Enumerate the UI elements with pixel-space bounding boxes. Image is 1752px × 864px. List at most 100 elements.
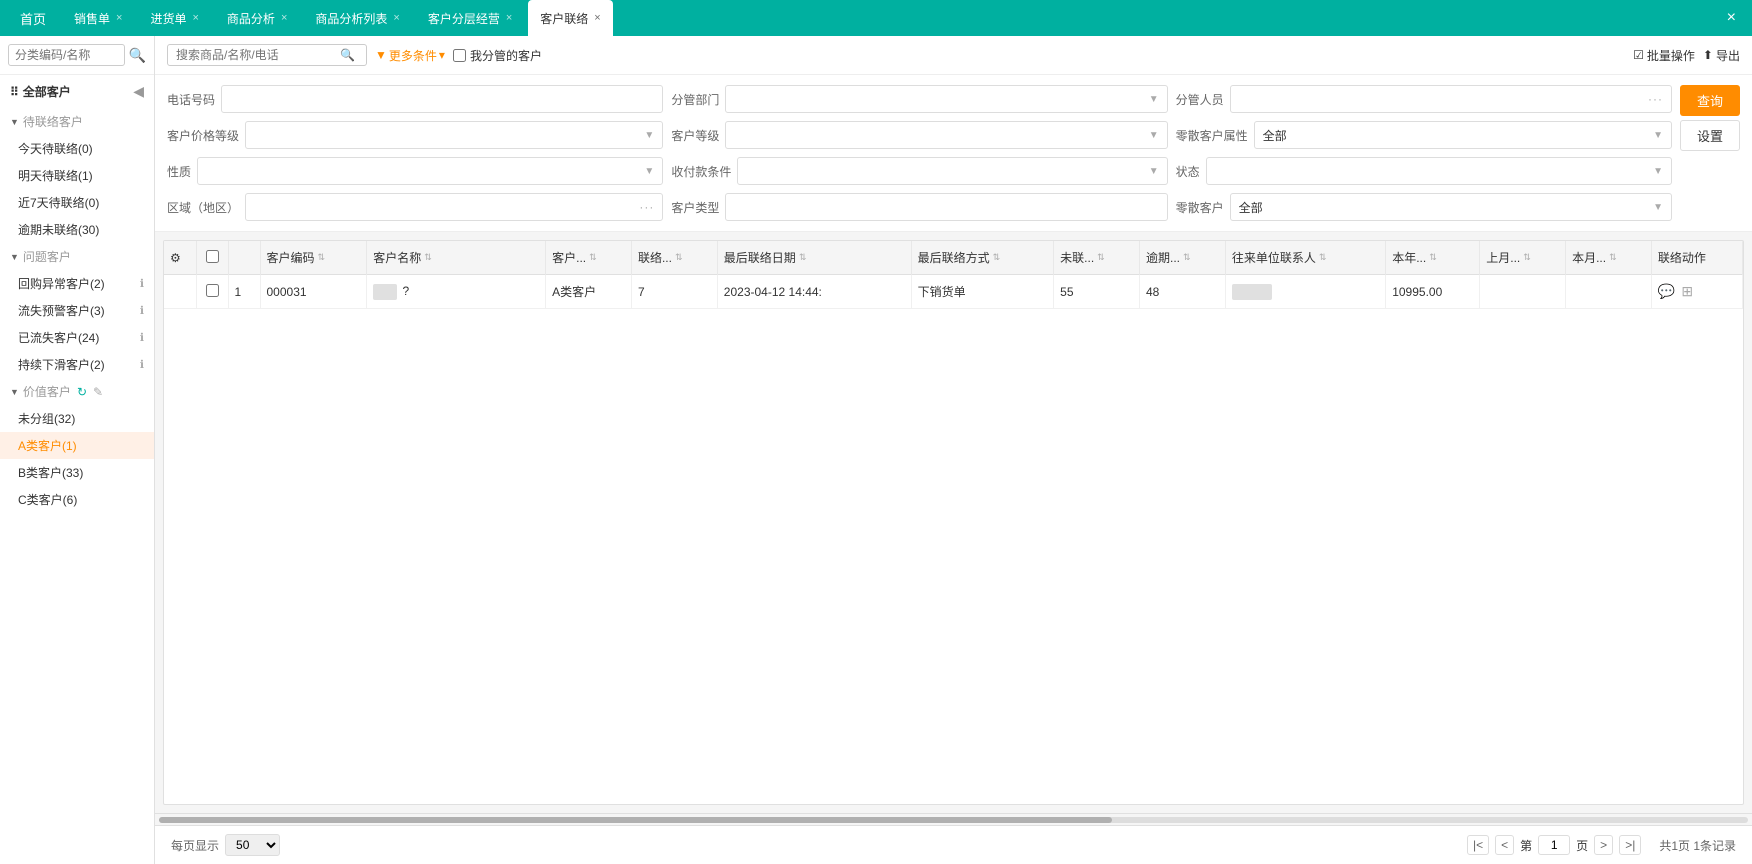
sort-overdue-icon[interactable]: ⇅: [1183, 252, 1191, 263]
sidebar-item-b-class[interactable]: B类客户(33): [0, 459, 154, 486]
sidebar-item-a-class[interactable]: A类客户(1): [0, 432, 154, 459]
field-dept-select[interactable]: ▼: [725, 85, 1167, 113]
nature-arrow-icon: ▼: [644, 166, 654, 177]
sidebar-item-c-class[interactable]: C类客户(6): [0, 486, 154, 513]
close-sales-tab[interactable]: ×: [116, 12, 122, 24]
sort-name-icon[interactable]: ⇅: [424, 252, 432, 263]
set-button[interactable]: 设置: [1680, 120, 1740, 151]
page-nav-area: |< < 第 页 > >| 共1页 1条记录: [1467, 835, 1736, 855]
col-not-contact: 未联... ⇅: [1054, 241, 1140, 275]
close-purchase-tab[interactable]: ×: [192, 12, 198, 24]
field-status-select[interactable]: ▼: [1206, 157, 1672, 185]
field-region-input[interactable]: ···: [245, 193, 663, 221]
page-number-input[interactable]: [1538, 835, 1570, 855]
sort-last-date-icon[interactable]: ⇅: [799, 252, 807, 263]
my-customers-check[interactable]: 我分管的客户: [453, 47, 542, 64]
sort-code-icon[interactable]: ⇅: [318, 252, 326, 263]
close-goods-analysis-tab[interactable]: ×: [281, 12, 287, 24]
scroll-thumb[interactable]: [159, 817, 1112, 823]
nav-sales[interactable]: 销售单 ×: [62, 0, 134, 36]
sidebar-search-icon[interactable]: 🔍: [129, 47, 146, 64]
sidebar-item-churned[interactable]: 已流失客户(24) ℹ: [0, 324, 154, 351]
field-customer-type-input[interactable]: [725, 193, 1167, 221]
prev-page-btn[interactable]: <: [1495, 835, 1514, 855]
sort-this-month-icon[interactable]: ⇅: [1609, 252, 1617, 263]
field-retail-attr-select[interactable]: 全部 ▼: [1254, 121, 1672, 149]
col-this-month: 本月... ⇅: [1566, 241, 1652, 275]
field-retail-select[interactable]: 全部 ▼: [1230, 193, 1672, 221]
sidebar-item-tomorrow[interactable]: 明天待联络(1): [0, 162, 154, 189]
batch-ops-btn[interactable]: ☑ 批量操作: [1633, 47, 1695, 64]
field-manager-input[interactable]: ···: [1230, 85, 1672, 113]
sidebar-item-churn-warning[interactable]: 流失预警客户(3) ℹ: [0, 297, 154, 324]
sidebar-item-today[interactable]: 今天待联络(0): [0, 135, 154, 162]
field-retail: 零散客户 全部 ▼: [1176, 193, 1672, 221]
sidebar-item-ungroup[interactable]: 未分组(32): [0, 405, 154, 432]
filter-icon: ▼: [375, 48, 387, 62]
row-checkbox[interactable]: [206, 284, 219, 297]
close-goods-list-tab[interactable]: ×: [393, 12, 399, 24]
close-customer-contact-tab[interactable]: ×: [594, 12, 600, 24]
close-customer-layer-tab[interactable]: ×: [506, 12, 512, 24]
sidebar-section-problem: ▼ 问题客户: [0, 243, 154, 270]
sidebar-item-abnormal[interactable]: 回购异常客户(2) ℹ: [0, 270, 154, 297]
sidebar-search-input[interactable]: [8, 44, 125, 66]
customer-table: ⚙ 客户编码 ⇅: [164, 241, 1743, 309]
row-check: [196, 275, 228, 309]
last-method-link[interactable]: 下销货单: [918, 285, 966, 299]
nav-customer-layer[interactable]: 客户分层经营 ×: [416, 0, 524, 36]
field-dept-label: 分管部门: [671, 91, 719, 108]
more-filter-btn[interactable]: ▼ 更多条件 ▾: [375, 47, 445, 64]
sort-unit-contact-icon[interactable]: ⇅: [1319, 252, 1327, 263]
nav-customer-contact[interactable]: 客户联络 ×: [528, 0, 612, 36]
sort-type-icon[interactable]: ⇅: [589, 252, 597, 263]
field-customer-type: 客户类型: [671, 193, 1167, 221]
horizontal-scrollbar[interactable]: [155, 813, 1752, 825]
select-all-checkbox[interactable]: [206, 250, 219, 263]
unit-contact-avatar: [1232, 284, 1272, 300]
sidebar-collapse-btn[interactable]: ◀: [133, 83, 144, 100]
field-payment-label: 收付款条件: [671, 163, 731, 180]
nav-goods-analysis[interactable]: 商品分析 ×: [215, 0, 299, 36]
message-icon[interactable]: 💬: [1658, 283, 1675, 300]
field-nature-select[interactable]: ▼: [197, 157, 663, 185]
export-btn[interactable]: ⬆ 导出: [1703, 47, 1740, 64]
sidebar-item-7days[interactable]: 近7天待联络(0): [0, 189, 154, 216]
col-gear[interactable]: ⚙: [164, 241, 196, 275]
refresh-icon[interactable]: ↻: [77, 385, 87, 399]
sort-last-method-icon[interactable]: ⇅: [993, 252, 1001, 263]
my-customers-checkbox[interactable]: [453, 49, 466, 62]
field-phone-input[interactable]: [221, 85, 663, 113]
query-button[interactable]: 查询: [1680, 85, 1740, 116]
sidebar-item-overdue[interactable]: 逾期未联络(30): [0, 216, 154, 243]
sort-this-year-icon[interactable]: ⇅: [1429, 252, 1437, 263]
field-payment-select[interactable]: ▼: [737, 157, 1167, 185]
sidebar-section-value: ▼ 价值客户 ↻ ✎: [0, 378, 154, 405]
sort-contact-icon[interactable]: ⇅: [675, 252, 683, 263]
status-arrow-icon: ▼: [1653, 166, 1663, 177]
field-price-level: 客户价格等级 ▼: [167, 121, 663, 149]
page-size-select[interactable]: 10 20 50 100: [225, 834, 280, 856]
info-icon-2: ℹ: [140, 304, 144, 317]
nav-goods-list[interactable]: 商品分析列表 ×: [303, 0, 411, 36]
edit-icon[interactable]: ✎: [93, 385, 103, 399]
main-search-input[interactable]: [176, 48, 336, 62]
field-customer-level-select[interactable]: ▼: [725, 121, 1167, 149]
col-action: 联络动作: [1651, 241, 1742, 275]
next-page-btn[interactable]: >: [1594, 835, 1613, 855]
window-close-button[interactable]: ×: [1719, 9, 1744, 27]
sort-last-month-icon[interactable]: ⇅: [1523, 252, 1531, 263]
nav-purchase[interactable]: 进货单 ×: [138, 0, 210, 36]
qr-icon[interactable]: ⊞: [1681, 283, 1693, 300]
row-last-month: [1480, 275, 1566, 309]
field-manager-label: 分管人员: [1176, 91, 1224, 108]
nav-home[interactable]: 首页: [8, 0, 58, 36]
sort-not-contact-icon[interactable]: ⇅: [1097, 252, 1105, 263]
field-price-level-label: 客户价格等级: [167, 127, 239, 144]
all-customer-label: ⠿ 全部客户: [10, 83, 71, 100]
sidebar-item-declining[interactable]: 持续下滑客户(2) ℹ: [0, 351, 154, 378]
last-page-btn[interactable]: >|: [1619, 835, 1641, 855]
first-page-btn[interactable]: |<: [1467, 835, 1489, 855]
col-contact-count: 联络... ⇅: [631, 241, 717, 275]
field-price-level-select[interactable]: ▼: [245, 121, 663, 149]
